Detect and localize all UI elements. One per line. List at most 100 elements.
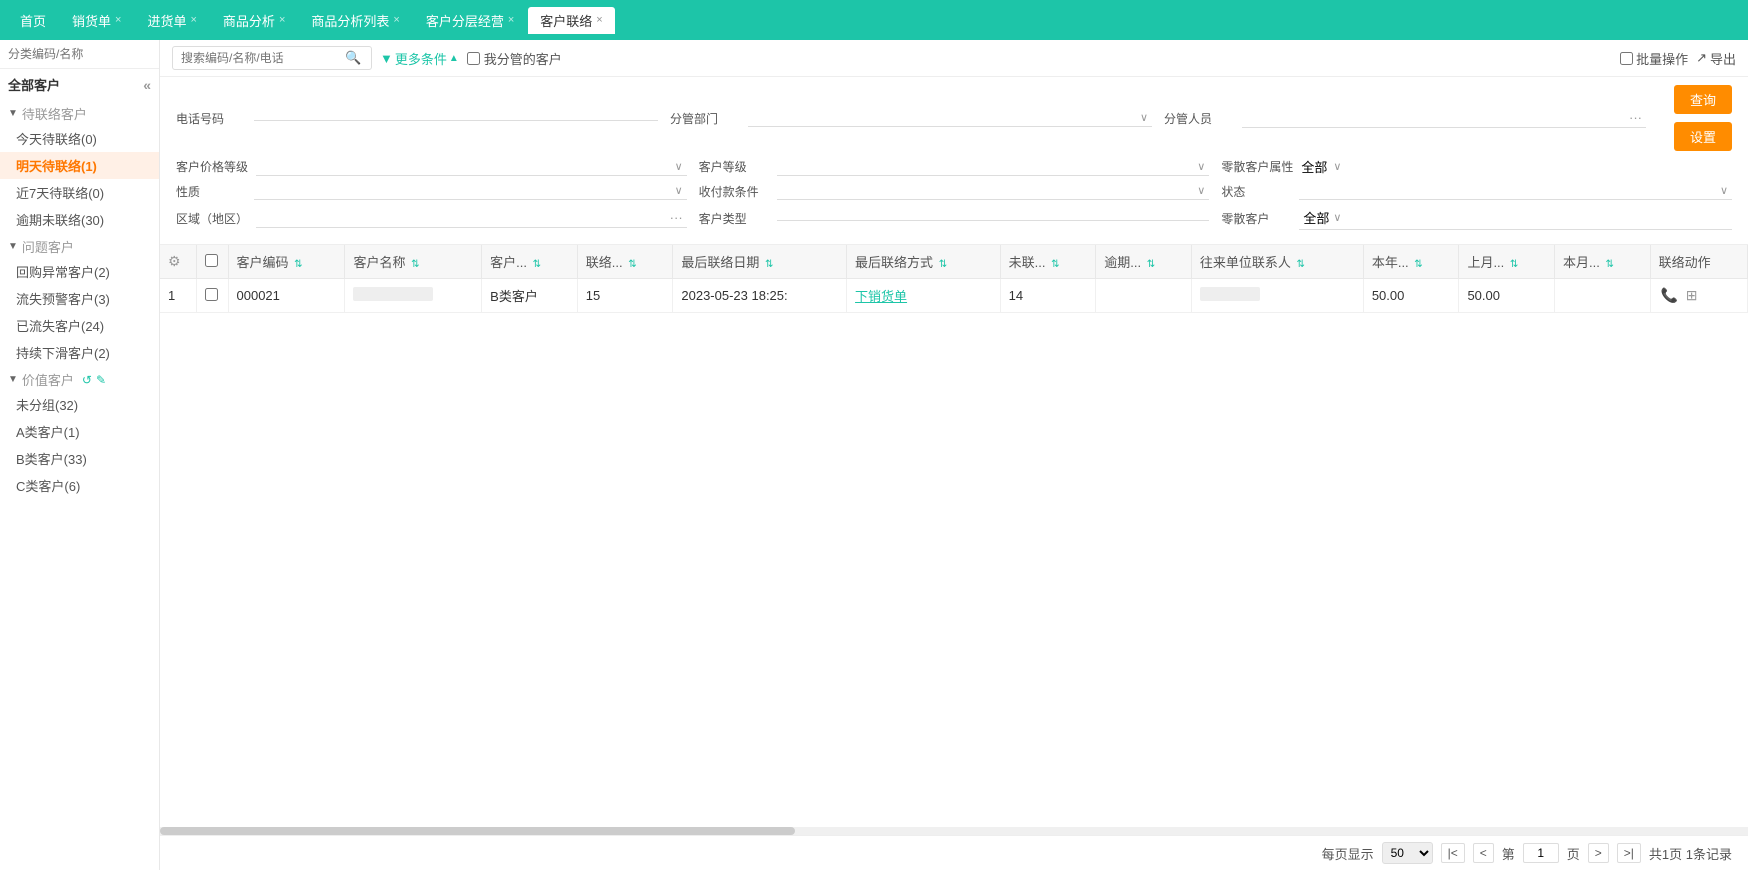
row-select-checkbox[interactable] [205,288,218,301]
sidebar-item-a-class[interactable]: A类客户(1) [0,418,159,445]
nav-product-analysis-list[interactable]: 商品分析列表 × [299,7,411,34]
dots-icon[interactable]: ··· [1629,110,1642,125]
region-select[interactable]: ··· [256,208,687,228]
sort-icon[interactable]: ⇅ [533,259,541,270]
grid-action-icon[interactable]: ⊞ [1686,287,1698,303]
gear-icon[interactable]: ⚙ [168,253,181,269]
next-page-button[interactable]: > [1588,843,1609,863]
sidebar-item-today-pending[interactable]: 今天待联络(0) [0,125,159,152]
problem-group-label: ▼ 问题客户 [0,233,159,258]
dots-icon[interactable]: ··· [670,210,683,225]
col-last-contact-date-header[interactable]: 最后联络日期 ⇅ [673,245,847,279]
query-button[interactable]: 查询 [1674,85,1732,114]
sort-icon[interactable]: ⇅ [1051,259,1059,270]
nature-field: 性质 ∨ [176,182,687,200]
sidebar-item-overdue-pending[interactable]: 逾期未联络(30) [0,206,159,233]
person-select[interactable]: ··· [1242,108,1646,128]
col-settings[interactable]: ⚙ [160,245,196,279]
nav-customer-layered[interactable]: 客户分层经营 × [414,7,526,34]
sidebar-item-ungrouped[interactable]: 未分组(32) [0,391,159,418]
first-page-button[interactable]: |< [1441,843,1465,863]
sidebar-item-churn-warning[interactable]: 流失预警客户(3) [0,285,159,312]
sidebar-item-b-class[interactable]: B类客户(33) [0,445,159,472]
my-customers-checkbox[interactable]: 我分管的客户 [467,49,562,68]
sidebar-item-repurchase-abnormal[interactable]: 回购异常客户(2) [0,258,159,285]
sort-icon[interactable]: ⇅ [1606,259,1614,270]
sidebar-search-input[interactable] [8,47,160,61]
row-checkbox[interactable] [196,279,228,313]
export-button[interactable]: ↗ 导出 [1696,49,1736,68]
price-level-select[interactable]: ∨ [256,158,687,176]
col-this-year-header[interactable]: 本年... ⇅ [1363,245,1459,279]
sidebar-item-continuous-decline[interactable]: 持续下滑客户(2) [0,339,159,366]
sort-icon[interactable]: ⇅ [1147,259,1155,270]
nav-product-analysis[interactable]: 商品分析 × [211,7,297,34]
sort-icon[interactable]: ⇅ [939,259,947,270]
data-table: ⚙ 客户编码 ⇅ 客户名称 ⇅ 客户... ⇅ [160,245,1748,313]
bulk-checkbox[interactable] [1620,52,1633,65]
phone-action-icon[interactable]: 📞 [1661,287,1678,303]
col-last-contact-method-header[interactable]: 最后联络方式 ⇅ [847,245,1001,279]
chevron-down-icon: ∨ [675,184,683,197]
col-uncontacted-header[interactable]: 未联... ⇅ [1000,245,1096,279]
phone-select[interactable] [254,116,658,121]
close-icon[interactable]: × [508,14,514,26]
collapse-icon[interactable]: « [143,77,151,93]
sort-icon[interactable]: ⇅ [294,259,302,270]
per-page-select[interactable]: 50 100 200 [1382,842,1433,864]
sort-icon[interactable]: ⇅ [1297,259,1305,270]
my-customers-check[interactable] [467,52,480,65]
chevron-down-icon: ∨ [1720,184,1728,197]
payment-select[interactable]: ∨ [777,182,1210,200]
sort-icon[interactable]: ⇅ [628,259,636,270]
search-input[interactable] [181,51,341,65]
close-icon[interactable]: × [596,14,602,26]
sort-icon[interactable]: ⇅ [1414,259,1422,270]
sort-icon[interactable]: ⇅ [411,259,419,270]
close-icon[interactable]: × [190,14,196,26]
triangle-icon: ▼ [8,108,18,119]
sidebar-item-c-class[interactable]: C类客户(6) [0,472,159,499]
nav-purchase-order[interactable]: 进货单 × [135,7,208,34]
prev-page-button[interactable]: < [1473,843,1494,863]
sidebar-item-already-churned[interactable]: 已流失客户(24) [0,312,159,339]
col-this-month-header[interactable]: 本月... ⇅ [1555,245,1651,279]
horizontal-scrollbar[interactable] [160,827,1748,835]
dept-select[interactable]: ∨ [748,109,1152,127]
sidebar-item-tomorrow-pending[interactable]: 明天待联络(1) [0,152,159,179]
col-type-header[interactable]: 客户... ⇅ [482,245,578,279]
nature-select[interactable]: ∨ [254,182,687,200]
status-select[interactable]: ∨ [1299,182,1732,200]
bulk-action-button[interactable]: 批量操作 [1620,49,1688,68]
sort-icon[interactable]: ⇅ [765,259,773,270]
col-code-header[interactable]: 客户编码 ⇅ [228,245,345,279]
col-name-header[interactable]: 客户名称 ⇅ [345,245,482,279]
page-number-input[interactable] [1523,843,1559,863]
row-last-contact-method[interactable]: 下销货单 [847,279,1001,313]
scrollbar-thumb[interactable] [160,827,795,835]
customer-level-select[interactable]: ∨ [777,158,1210,176]
more-conditions-button[interactable]: ▼ 更多条件 ▲ [380,49,459,68]
refresh-icon[interactable]: ↺ [82,373,92,387]
select-all-checkbox[interactable] [205,254,218,267]
nav-customer-contact[interactable]: 客户联络 × [528,7,614,34]
edit-icon[interactable]: ✎ [96,373,106,387]
search-icon[interactable]: 🔍 [345,50,361,66]
retail-customer-select[interactable]: 全部 ∨ [1299,206,1732,230]
nav-home[interactable]: 首页 [8,7,58,34]
close-icon[interactable]: × [115,14,121,26]
close-icon[interactable]: × [279,14,285,26]
col-last-month-header[interactable]: 上月... ⇅ [1459,245,1555,279]
nav-sales-order[interactable]: 销货单 × [60,7,133,34]
sort-icon[interactable]: ⇅ [1510,259,1518,270]
last-page-button[interactable]: >| [1617,843,1641,863]
search-box[interactable]: 🔍 [172,46,372,70]
col-overdue-header[interactable]: 逾期... ⇅ [1096,245,1192,279]
customer-type-select[interactable] [777,216,1210,221]
settings-button[interactable]: 设置 [1674,122,1732,151]
col-unit-contact-header[interactable]: 往来单位联系人 ⇅ [1191,245,1363,279]
close-icon[interactable]: × [393,14,399,26]
col-checkbox[interactable] [196,245,228,279]
col-contact-header[interactable]: 联络... ⇅ [577,245,673,279]
sidebar-item-7days-pending[interactable]: 近7天待联络(0) [0,179,159,206]
